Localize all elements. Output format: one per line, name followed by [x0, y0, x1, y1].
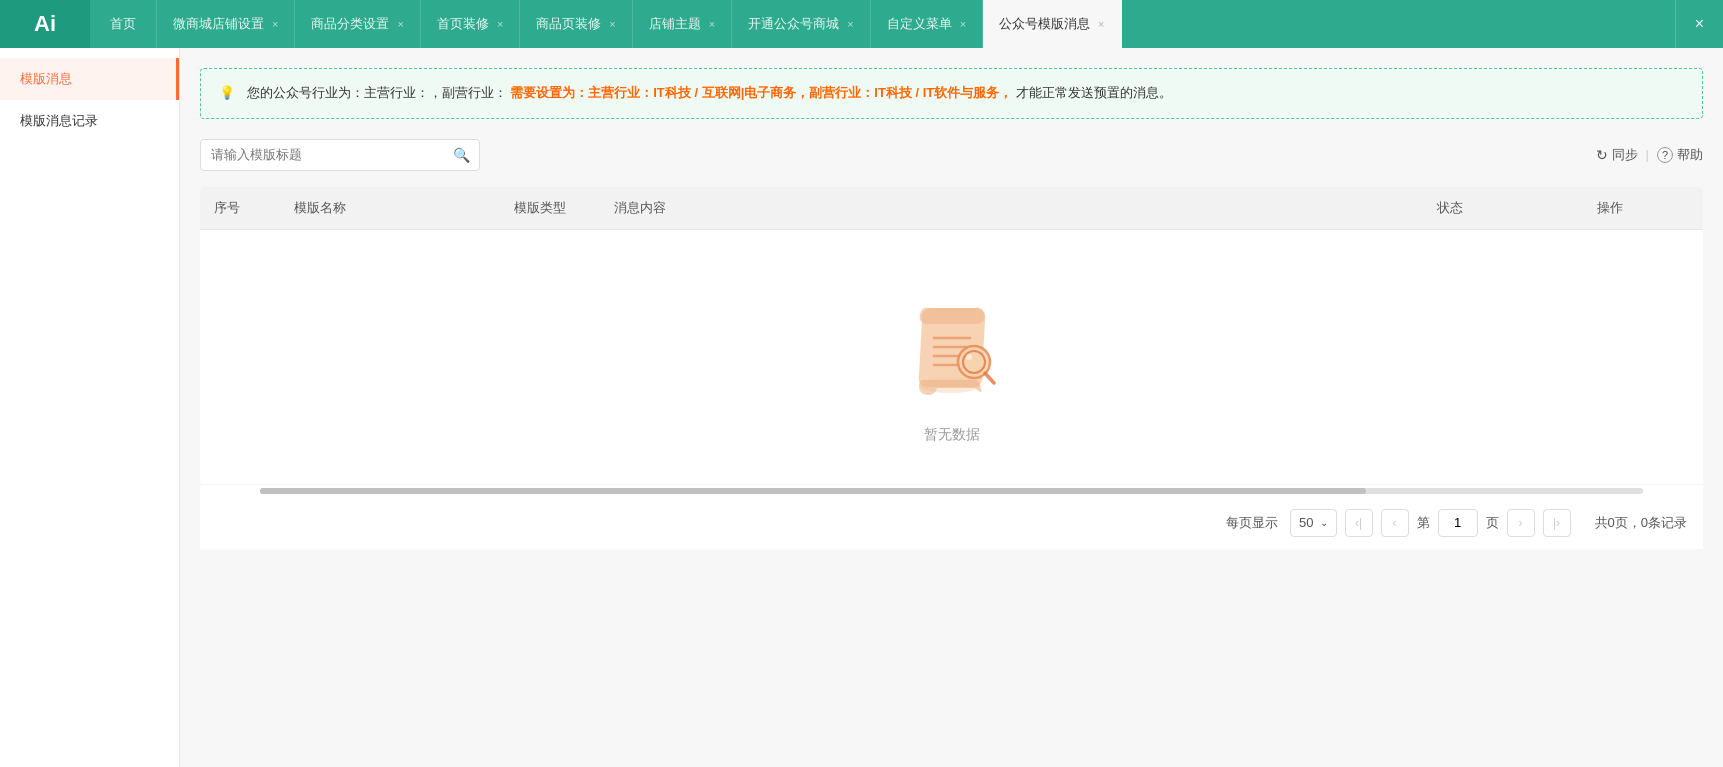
table-body: 暂无数据	[200, 229, 1703, 484]
nav-tab-template-msg[interactable]: 公众号模版消息 ×	[983, 0, 1121, 48]
main-layout: 模版消息 模版消息记录 💡 您的公众号行业为：主营行业：，副营行业： 需要设置为…	[0, 48, 1723, 767]
pagination-summary: 共0页，0条记录	[1595, 514, 1687, 532]
next-page-button[interactable]: ›	[1507, 509, 1535, 537]
col-header-action: 操作	[1583, 187, 1703, 230]
page-size-select[interactable]: 50 ⌄	[1290, 509, 1336, 537]
nav-tab-home[interactable]: 首页	[90, 0, 157, 48]
nav-tab-custom-menu[interactable]: 自定义菜单 ×	[871, 0, 983, 48]
industry-alert: 💡 您的公众号行业为：主营行业：，副营行业： 需要设置为：主营行业：IT科技 /…	[200, 68, 1703, 119]
empty-text: 暂无数据	[924, 426, 980, 444]
data-table: 序号 模版名称 模版类型 消息内容 状态 操作	[200, 187, 1703, 484]
table-header: 序号 模版名称 模版类型 消息内容 状态 操作	[200, 187, 1703, 230]
prev-page-button[interactable]: ‹	[1381, 509, 1409, 537]
col-header-index: 序号	[200, 187, 280, 230]
per-page-label: 每页显示	[1226, 514, 1278, 532]
chevron-down-icon: ⌄	[1320, 517, 1328, 528]
close-tab-shop-theme[interactable]: ×	[709, 18, 715, 30]
search-input-wrap: 🔍	[200, 139, 480, 171]
close-tab-category-setting[interactable]: ×	[397, 18, 403, 30]
sidebar-item-template-msg[interactable]: 模版消息	[0, 58, 179, 100]
nav-tabs-container: 首页 微商城店铺设置 × 商品分类设置 × 首页装修 × 商品页装修 × 店铺主…	[90, 0, 1675, 48]
sync-button[interactable]: ↻ 同步	[1596, 146, 1638, 164]
svg-point-8	[966, 354, 972, 360]
nav-tab-category-setting[interactable]: 商品分类设置 ×	[295, 0, 420, 48]
search-icon[interactable]: 🔍	[453, 147, 470, 163]
toolbar-right: ↻ 同步 | ? 帮助	[1596, 146, 1703, 164]
page-input[interactable]	[1438, 509, 1478, 537]
scrollbar-thumb[interactable]	[260, 488, 1366, 494]
search-input[interactable]	[200, 139, 480, 171]
nav-tab-home-decor[interactable]: 首页装修 ×	[421, 0, 520, 48]
nav-tab-shop-theme[interactable]: 店铺主题 ×	[633, 0, 732, 48]
nav-tab-shop-setting[interactable]: 微商城店铺设置 ×	[157, 0, 295, 48]
close-tab-shop-setting[interactable]: ×	[272, 18, 278, 30]
close-tab-custom-menu[interactable]: ×	[960, 18, 966, 30]
top-nav-bar: Ai 首页 微商城店铺设置 × 商品分类设置 × 首页装修 × 商品页装修 × …	[0, 0, 1723, 48]
close-all-tabs-button[interactable]: ×	[1675, 0, 1723, 48]
sync-icon: ↻	[1596, 147, 1608, 163]
nav-tab-open-mall[interactable]: 开通公众号商城 ×	[732, 0, 870, 48]
alert-icon: 💡	[219, 85, 235, 100]
close-tab-template-msg[interactable]: ×	[1098, 18, 1104, 30]
close-tab-home-decor[interactable]: ×	[497, 18, 503, 30]
last-page-button[interactable]: |›	[1543, 509, 1571, 537]
app-logo: Ai	[0, 0, 90, 48]
col-header-name: 模版名称	[280, 187, 500, 230]
scrollbar-track	[260, 488, 1643, 494]
close-tab-product-decor[interactable]: ×	[609, 18, 615, 30]
first-page-button[interactable]: ‹|	[1345, 509, 1373, 537]
empty-state: 暂无数据	[200, 230, 1703, 484]
horizontal-scrollbar[interactable]	[200, 485, 1703, 497]
col-header-status: 状态	[1423, 187, 1583, 230]
pagination: 每页显示 50 ⌄ ‹| ‹ 第 页 › |› 共0页，0条记录	[200, 497, 1703, 549]
empty-icon	[892, 290, 1012, 410]
help-icon: ?	[1657, 147, 1673, 163]
svg-line-7	[985, 373, 994, 383]
toolbar-divider: |	[1646, 147, 1649, 162]
content-area: 💡 您的公众号行业为：主营行业：，副营行业： 需要设置为：主营行业：IT科技 /…	[180, 48, 1723, 767]
close-tab-open-mall[interactable]: ×	[847, 18, 853, 30]
search-bar: 🔍 ↻ 同步 | ? 帮助	[200, 139, 1703, 171]
page-label-pre: 第	[1417, 514, 1430, 532]
sidebar: 模版消息 模版消息记录	[0, 48, 180, 767]
help-button[interactable]: ? 帮助	[1657, 146, 1703, 164]
col-header-type: 模版类型	[500, 187, 600, 230]
page-label-suf: 页	[1486, 514, 1499, 532]
nav-tab-product-decor[interactable]: 商品页装修 ×	[520, 0, 632, 48]
sidebar-item-template-msg-record[interactable]: 模版消息记录	[0, 100, 179, 142]
col-header-content: 消息内容	[600, 187, 1423, 230]
